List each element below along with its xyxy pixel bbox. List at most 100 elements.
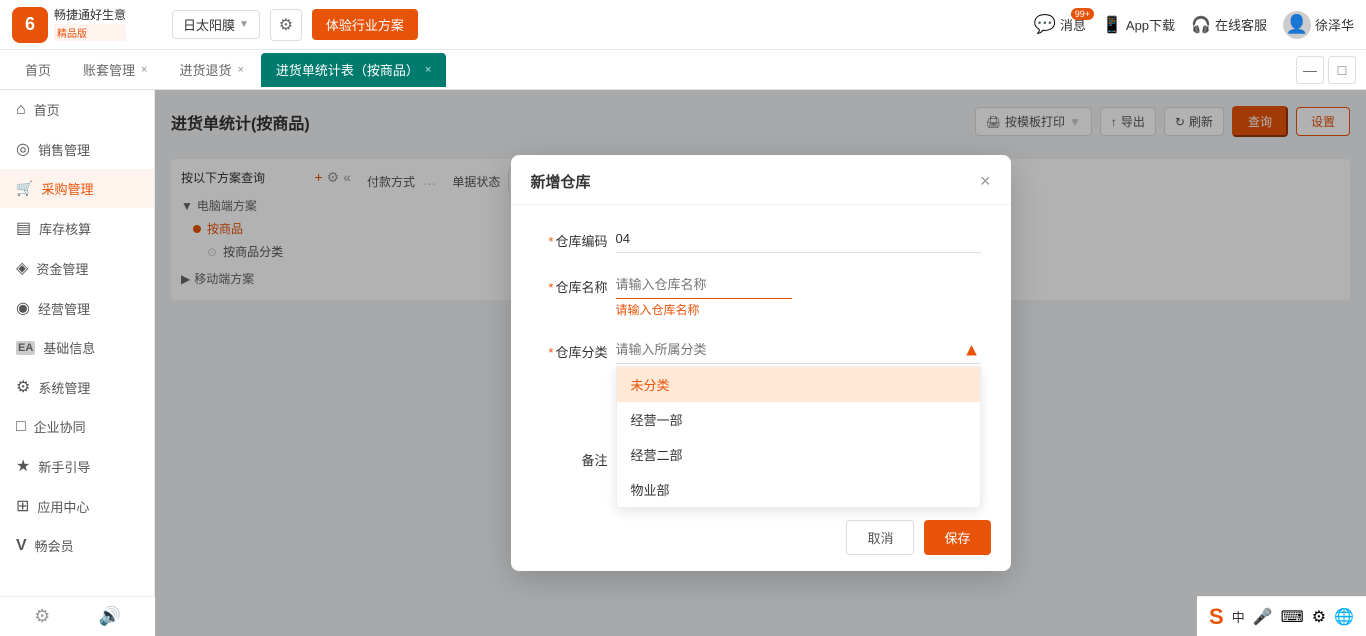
finance-icon: ◈ — [16, 258, 28, 278]
tab-stats-label: 进货单统计表（按商品） — [276, 60, 419, 79]
settings-icon[interactable]: ⚙ — [270, 9, 302, 41]
main-layout: ⌂ 首页 ◎ 销售管理 🛒 采购管理 ▤ 库存核算 ◈ 资金管理 ◉ 经营管理 … — [0, 90, 1366, 636]
biz-icon: ◉ — [16, 298, 30, 318]
online-service-item[interactable]: 🎧 在线客服 — [1191, 15, 1267, 35]
sidebar-item-home[interactable]: ⌂ 首页 — [0, 90, 154, 129]
username: 徐泽华 — [1315, 15, 1354, 34]
stock-icon: ▤ — [16, 218, 31, 238]
sidebar-item-sales[interactable]: ◎ 销售管理 — [0, 129, 154, 169]
tab-home[interactable]: 首页 — [10, 53, 66, 87]
sidebar-sound-icon[interactable]: 🔊 — [98, 606, 120, 627]
app-badge: 精品版 — [54, 24, 126, 41]
sidebar-item-corp[interactable]: □ 企业协同 — [0, 407, 154, 446]
header-right: 💬 99+ 消息 📱 App下载 🎧 在线客服 👤 徐泽华 — [1034, 11, 1354, 39]
warehouse-category-input[interactable] — [616, 336, 981, 364]
tab-bar: 首页 账套管理 × 进货退货 × 进货单统计表（按商品） × — □ — [0, 50, 1366, 90]
sidebar-bottom: ⚙ 🔊 — [0, 596, 155, 636]
tab-account-close[interactable]: × — [141, 64, 147, 76]
sidebar-item-guide[interactable]: ★ 新手引导 — [0, 446, 154, 486]
sidebar-item-basic[interactable]: EA 基础信息 — [0, 328, 154, 367]
translate-icon[interactable]: 🌐 — [1334, 607, 1354, 627]
logo-area: 6 畅捷通好生意 精品版 — [12, 7, 162, 43]
warehouse-name-input[interactable] — [616, 271, 792, 299]
sidebar-sales-label: 销售管理 — [38, 140, 90, 159]
dialog-close-btn[interactable]: × — [980, 171, 991, 192]
sidebar-biz-label: 经营管理 — [38, 299, 90, 318]
message-badge: 99+ — [1071, 8, 1094, 20]
online-service-label: 在线客服 — [1215, 15, 1267, 34]
user-item[interactable]: 👤 徐泽华 — [1283, 11, 1354, 39]
bottom-label: 中 — [1232, 607, 1245, 626]
sidebar-guide-label: 新手引导 — [38, 457, 90, 476]
tab-stats[interactable]: 进货单统计表（按商品） × — [261, 53, 446, 87]
sidebar-item-vip[interactable]: V 畅会员 — [0, 526, 154, 565]
dropdown-option-1[interactable]: 经营一部 — [617, 402, 980, 437]
apps-icon: ⊞ — [16, 496, 29, 516]
sidebar-item-apps[interactable]: ⊞ 应用中心 — [0, 486, 154, 526]
warehouse-name-error: 请输入仓库名称 — [616, 301, 700, 318]
sales-icon: ◎ — [16, 139, 30, 159]
dialog-overlay: 新增仓库 × *仓库编码 *仓库名称 — [155, 90, 1366, 636]
dropdown-option-0[interactable]: 未分类 — [617, 367, 980, 402]
app-name: 畅捷通好生意 — [54, 8, 126, 24]
mic-icon[interactable]: 🎤 — [1253, 607, 1273, 627]
dropdown-toggle-btn[interactable]: ▲ — [963, 340, 981, 361]
try-industry-button[interactable]: 体验行业方案 — [312, 9, 418, 40]
home-icon: ⌂ — [16, 101, 26, 119]
new-warehouse-dialog: 新增仓库 × *仓库编码 *仓库名称 — [511, 155, 1011, 571]
sidebar: ⌂ 首页 ◎ 销售管理 🛒 采购管理 ▤ 库存核算 ◈ 资金管理 ◉ 经营管理 … — [0, 90, 155, 636]
purchase-icon: 🛒 — [16, 180, 33, 197]
warehouse-category-row: *仓库分类 ▲ 未分类 经营一部 经营二部 物业部 — [541, 336, 981, 364]
basic-icon: EA — [16, 341, 35, 355]
messages-item[interactable]: 💬 99+ 消息 — [1034, 14, 1086, 35]
sidebar-purchase-label: 采购管理 — [41, 179, 93, 198]
app-download-item[interactable]: 📱 App下载 — [1102, 15, 1175, 35]
store-selector[interactable]: 日太阳膜 ▼ — [172, 10, 260, 39]
app-download-label: App下载 — [1126, 15, 1175, 34]
tab-account[interactable]: 账套管理 × — [68, 53, 162, 87]
sidebar-basic-label: 基础信息 — [43, 338, 95, 357]
content-area: 进货单统计(按商品) 🖨 按模板打印 ▼ ↑ 导出 ↻ 刷新 查询 设置 — [155, 90, 1366, 636]
store-name: 日太阳膜 — [183, 15, 235, 34]
tab-controls: — □ — [1296, 56, 1356, 84]
user-avatar: 👤 — [1283, 11, 1311, 39]
warehouse-code-label: *仓库编码 — [541, 225, 616, 250]
warehouse-category-label: *仓库分类 — [541, 336, 616, 361]
sidebar-corp-label: 企业协同 — [34, 417, 86, 436]
sidebar-item-biz[interactable]: ◉ 经营管理 — [0, 288, 154, 328]
sidebar-home-label: 首页 — [34, 100, 60, 119]
app-logo-icon: 6 — [12, 7, 48, 43]
tab-minimize-btn[interactable]: — — [1296, 56, 1324, 84]
sidebar-item-system[interactable]: ⚙ 系统管理 — [0, 367, 154, 407]
tab-maximize-btn[interactable]: □ — [1328, 56, 1356, 84]
sidebar-finance-label: 资金管理 — [36, 259, 88, 278]
tab-return-label: 进货退货 — [179, 60, 231, 79]
sidebar-vip-label: 畅会员 — [35, 536, 74, 555]
tab-return[interactable]: 进货退货 × — [164, 53, 258, 87]
sidebar-item-stock[interactable]: ▤ 库存核算 — [0, 208, 154, 248]
warehouse-code-input[interactable] — [616, 225, 981, 253]
sidebar-item-purchase[interactable]: 🛒 采购管理 — [0, 169, 154, 208]
tab-home-label: 首页 — [25, 60, 51, 79]
sidebar-item-finance[interactable]: ◈ 资金管理 — [0, 248, 154, 288]
save-button[interactable]: 保存 — [924, 520, 990, 555]
sidebar-system-label: 系统管理 — [38, 378, 90, 397]
bottom-right-bar: S 中 🎤 ⌨ ⚙ 🌐 — [1197, 596, 1366, 636]
warehouse-code-row: *仓库编码 — [541, 225, 981, 253]
tab-account-label: 账套管理 — [83, 60, 135, 79]
tab-return-close[interactable]: × — [237, 64, 243, 76]
dialog-body: *仓库编码 *仓库名称 — [511, 205, 1011, 510]
sidebar-settings-icon[interactable]: ⚙ — [34, 606, 50, 627]
tab-stats-close[interactable]: × — [425, 64, 431, 76]
sidebar-apps-label: 应用中心 — [37, 497, 89, 516]
cancel-button[interactable]: 取消 — [846, 520, 914, 555]
category-dropdown-list: 未分类 经营一部 经营二部 物业部 — [616, 366, 981, 508]
keyboard-icon[interactable]: ⌨ — [1281, 607, 1304, 627]
vip-icon: V — [16, 537, 27, 555]
dropdown-option-3[interactable]: 物业部 — [617, 472, 980, 507]
corp-icon: □ — [16, 418, 26, 436]
settings-bottom-icon[interactable]: ⚙ — [1312, 607, 1326, 627]
top-header: 6 畅捷通好生意 精品版 日太阳膜 ▼ ⚙ 体验行业方案 💬 99+ 消息 📱 … — [0, 0, 1366, 50]
dialog-title: 新增仓库 — [531, 171, 591, 192]
dropdown-option-2[interactable]: 经营二部 — [617, 437, 980, 472]
